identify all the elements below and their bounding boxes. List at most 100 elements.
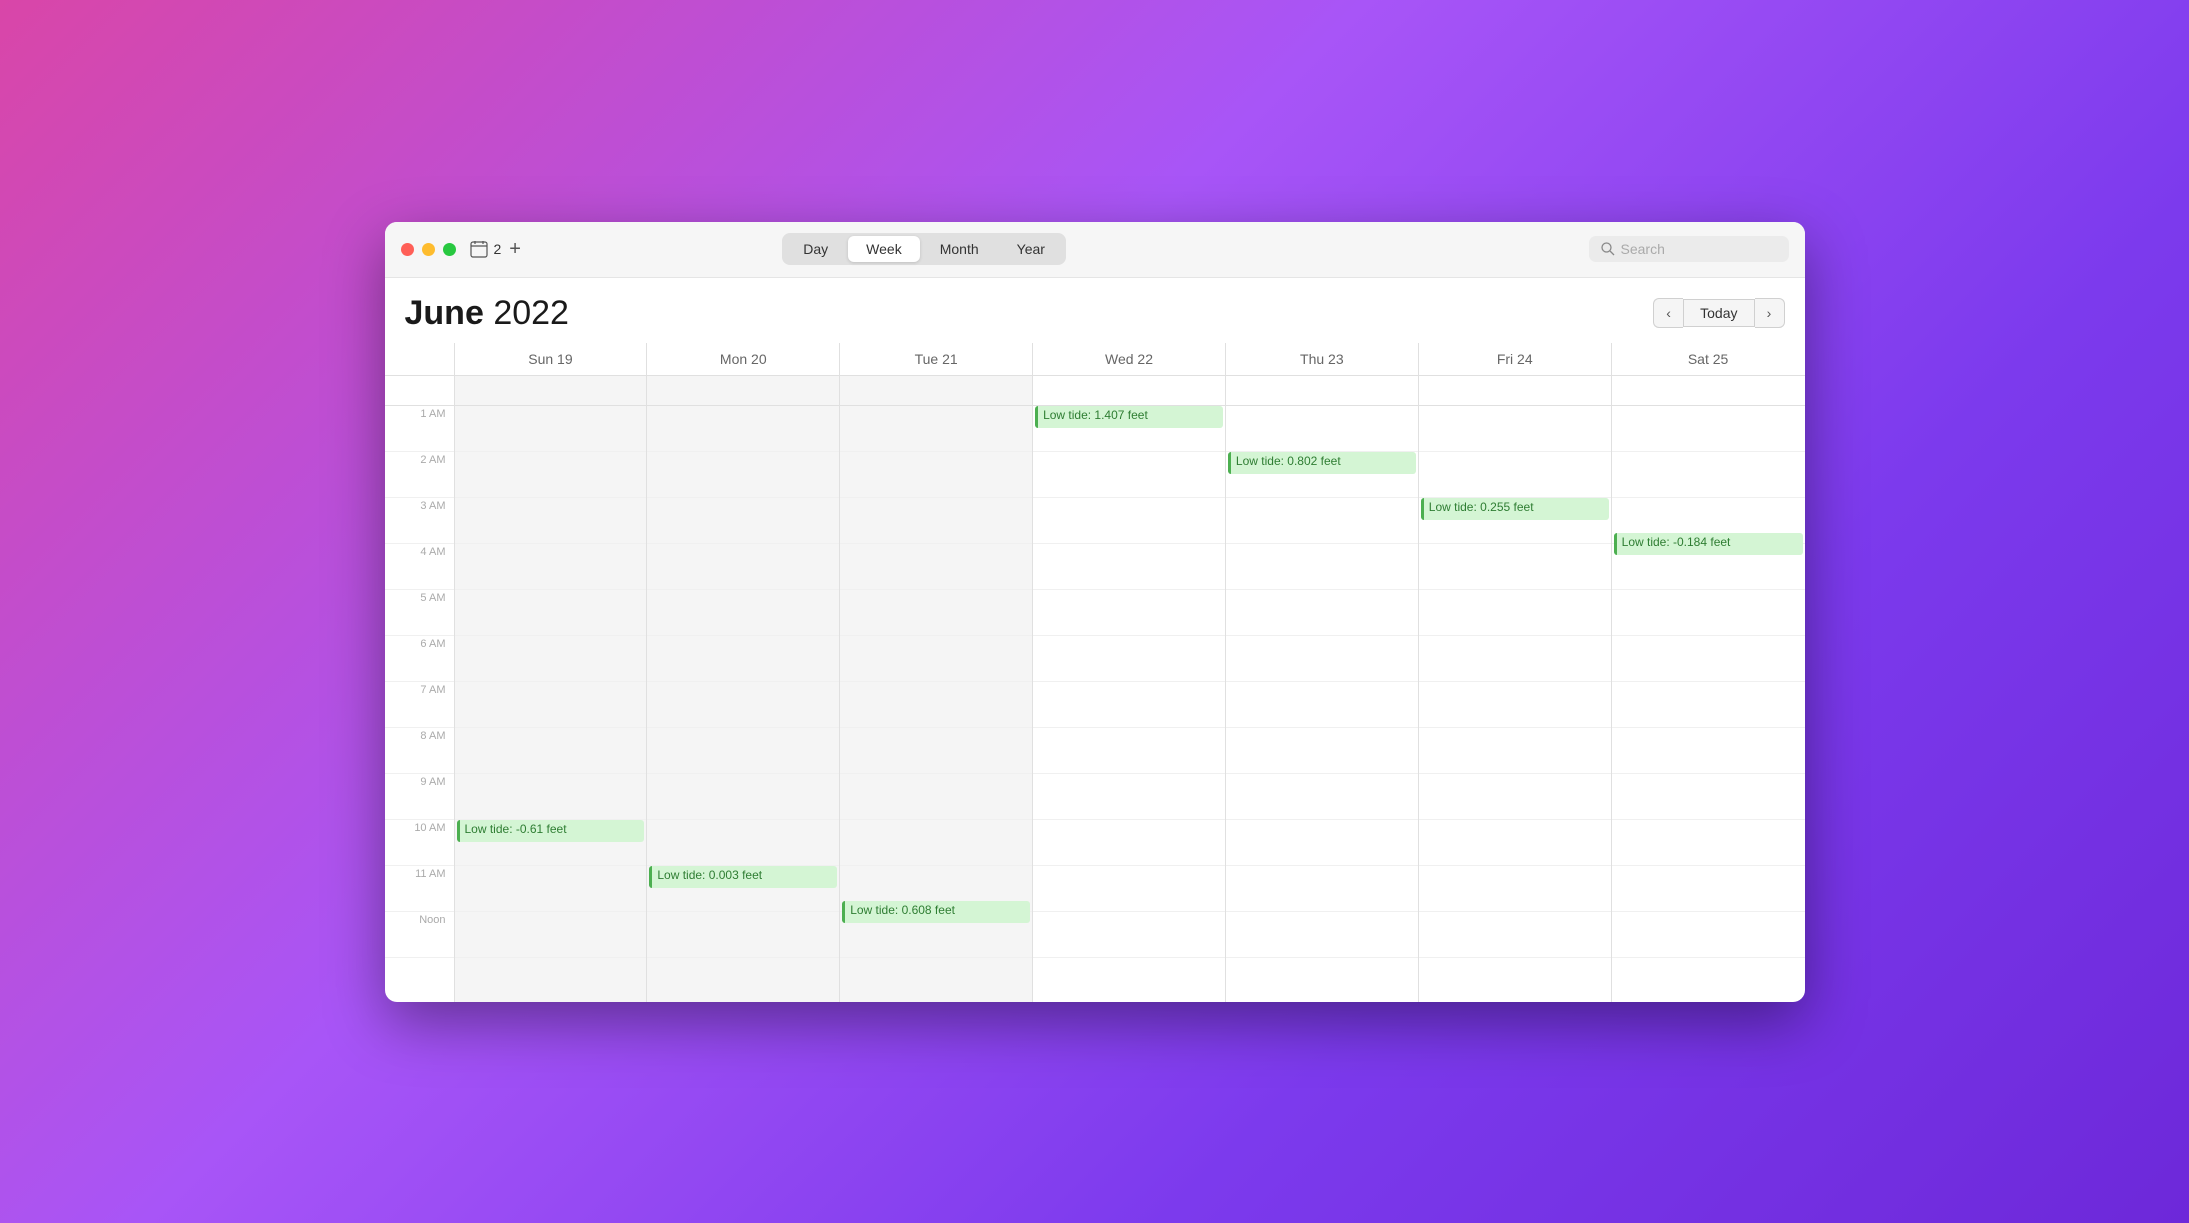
hour-cell: [455, 866, 647, 912]
allday-cell: [1033, 376, 1225, 406]
hour-cell: [1419, 820, 1611, 866]
hour-cell: [647, 406, 839, 452]
hour-cell: [1226, 912, 1418, 958]
add-event-button[interactable]: +: [509, 239, 521, 259]
tab-month[interactable]: Month: [922, 236, 997, 262]
search-placeholder: Search: [1621, 241, 1665, 257]
hour-cell: [1612, 820, 1805, 866]
tab-week[interactable]: Week: [848, 236, 920, 262]
day-header-sat: Sat 25: [1612, 343, 1805, 375]
hour-cell: [1419, 866, 1611, 912]
hour-cell: [1033, 636, 1225, 682]
time-slot-6-am: 6 AM: [385, 636, 454, 682]
time-column: 1 AM2 AM3 AM4 AM5 AM6 AM7 AM8 AM9 AM10 A…: [385, 376, 455, 1002]
hour-cell: [455, 498, 647, 544]
hour-cell: [1612, 912, 1805, 958]
hour-cell: [647, 912, 839, 958]
day-header-thu: Thu 23: [1226, 343, 1419, 375]
hour-cell: [1226, 682, 1418, 728]
allday-cell: [1226, 376, 1418, 406]
hour-cell: [647, 774, 839, 820]
time-slot-all-day: [385, 376, 454, 406]
hour-cell: [840, 774, 1032, 820]
hour-cell: [455, 728, 647, 774]
event-evt7[interactable]: Low tide: 0.608 feet: [842, 901, 1030, 923]
search-box[interactable]: Search: [1589, 236, 1789, 262]
hour-cell: [1612, 774, 1805, 820]
year-number: 2022: [493, 294, 569, 332]
hour-cell: [1226, 774, 1418, 820]
calendar-icon-wrap: 2: [470, 240, 502, 258]
event-evt1[interactable]: Low tide: 1.407 feet: [1035, 406, 1223, 428]
hour-cell: [647, 590, 839, 636]
month-title: June 2022: [405, 294, 569, 333]
allday-cell: [455, 376, 647, 406]
hour-cell: [647, 544, 839, 590]
allday-cell: [647, 376, 839, 406]
month-header: June 2022 ‹ Today ›: [385, 278, 1805, 343]
hour-cell: [840, 452, 1032, 498]
event-evt3[interactable]: Low tide: 0.255 feet: [1421, 498, 1609, 520]
day-header-mon: Mon 20: [647, 343, 840, 375]
time-slot-11-am: 11 AM: [385, 866, 454, 912]
day-col-tue: Low tide: 0.608 feet: [840, 376, 1033, 1002]
hour-cell: [1419, 636, 1611, 682]
calendar-icon: [470, 240, 488, 258]
hour-cell: [1612, 406, 1805, 452]
allday-cell: [840, 376, 1032, 406]
time-slot-3-am: 3 AM: [385, 498, 454, 544]
event-evt2[interactable]: Low tide: 0.802 feet: [1228, 452, 1416, 474]
days-grid: Low tide: -0.61 feet Low tide: 0.003 fee…: [455, 376, 1805, 1002]
time-slot-7-am: 7 AM: [385, 682, 454, 728]
event-evt6[interactable]: Low tide: 0.003 feet: [649, 866, 837, 888]
hour-cell: [840, 728, 1032, 774]
hour-cell: [1612, 452, 1805, 498]
month-name: June: [405, 294, 484, 332]
hour-cell: [1226, 636, 1418, 682]
time-slot-noon: Noon: [385, 912, 454, 958]
hour-cell: [455, 774, 647, 820]
hour-cell: [455, 452, 647, 498]
hour-cell: [1033, 452, 1225, 498]
hour-cell: [1033, 498, 1225, 544]
time-slot-5-am: 5 AM: [385, 590, 454, 636]
hour-cell: [647, 452, 839, 498]
day-col-mon: Low tide: 0.003 feet: [647, 376, 840, 1002]
time-slot-10-am: 10 AM: [385, 820, 454, 866]
close-button[interactable]: [401, 243, 414, 256]
hour-cell: [455, 912, 647, 958]
allday-cell: [1419, 376, 1611, 406]
minimize-button[interactable]: [422, 243, 435, 256]
event-evt5[interactable]: Low tide: -0.61 feet: [457, 820, 645, 842]
hour-cell: [455, 682, 647, 728]
time-slot-1-am: 1 AM: [385, 406, 454, 452]
event-evt4[interactable]: Low tide: -0.184 feet: [1614, 533, 1803, 555]
hour-cell: [840, 406, 1032, 452]
hour-cell: [1033, 912, 1225, 958]
tab-year[interactable]: Year: [999, 236, 1063, 262]
hour-cell: [1419, 912, 1611, 958]
hour-cell: [1226, 544, 1418, 590]
titlebar: 2 + Day Week Month Year Search: [385, 222, 1805, 278]
day-col-sat: Low tide: -0.184 feet: [1612, 376, 1805, 1002]
hour-cell: [1226, 498, 1418, 544]
prev-arrow-button[interactable]: ‹: [1653, 298, 1683, 328]
maximize-button[interactable]: [443, 243, 456, 256]
hour-cell: [647, 636, 839, 682]
hour-cell: [1612, 590, 1805, 636]
hour-cell: [1419, 728, 1611, 774]
hour-cell: [1033, 544, 1225, 590]
hour-cell: [840, 590, 1032, 636]
hour-cell: [840, 544, 1032, 590]
tab-day[interactable]: Day: [785, 236, 846, 262]
today-button[interactable]: Today: [1683, 299, 1754, 327]
hour-cell: [455, 590, 647, 636]
hour-cell: [1419, 590, 1611, 636]
next-arrow-button[interactable]: ›: [1755, 298, 1785, 328]
search-icon: [1601, 242, 1615, 256]
calendar-body: 1 AM2 AM3 AM4 AM5 AM6 AM7 AM8 AM9 AM10 A…: [385, 376, 1805, 1002]
hour-cell: [1226, 728, 1418, 774]
allday-cell: [1612, 376, 1805, 406]
hour-cell: [1612, 636, 1805, 682]
hour-cell: [1226, 820, 1418, 866]
